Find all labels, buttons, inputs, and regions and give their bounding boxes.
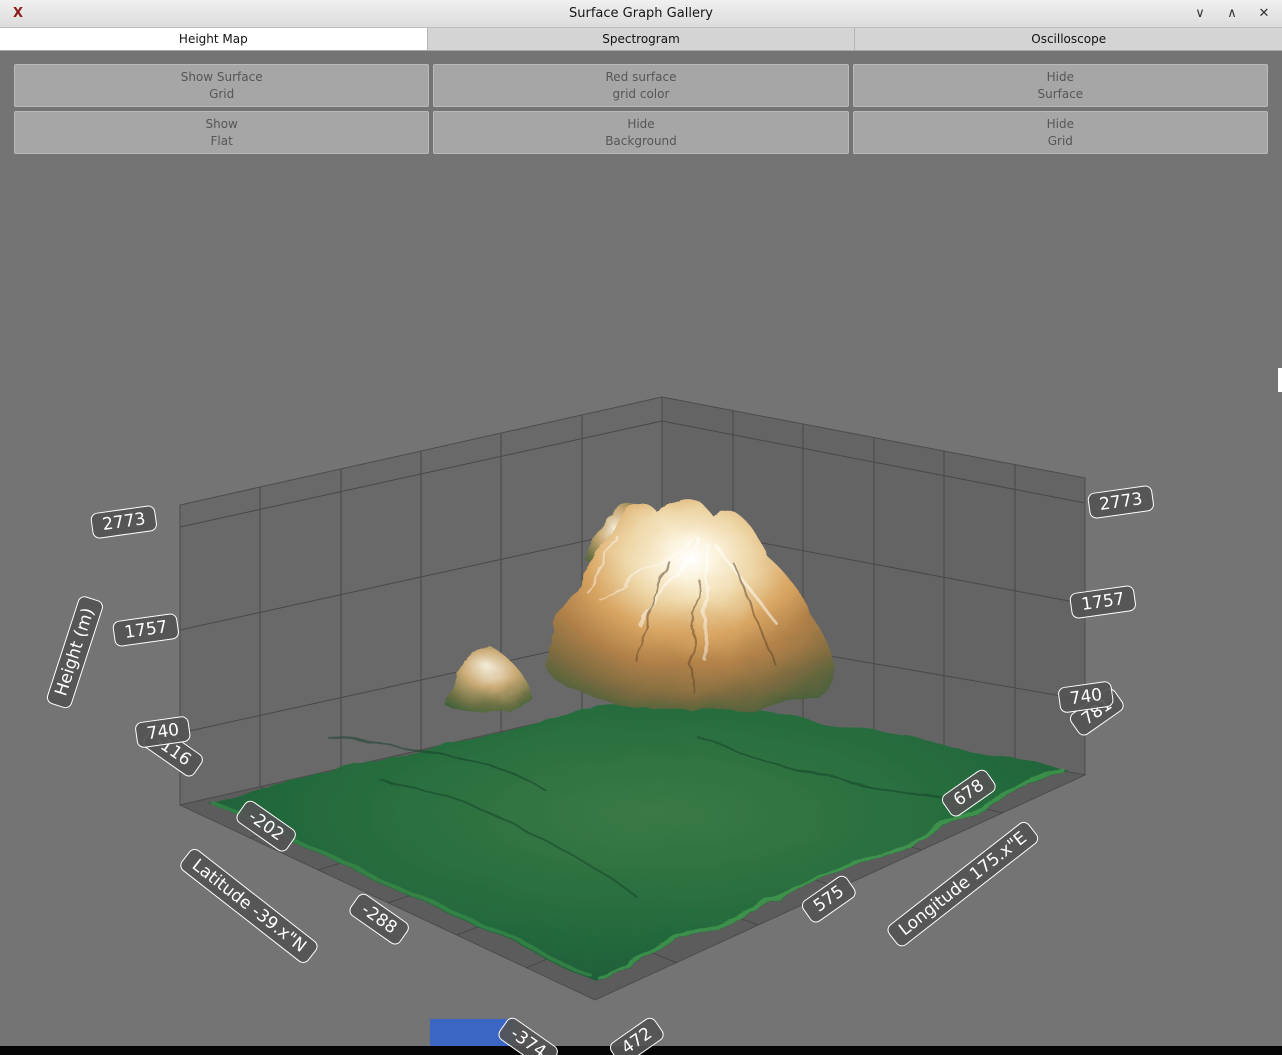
button-label-line1: Hide (627, 116, 654, 133)
button-label-line2: Flat (211, 133, 233, 150)
minimize-button[interactable]: ∨ (1192, 6, 1208, 21)
window-title: Surface Graph Gallery (0, 6, 1282, 21)
button-label-line1: Red surface (606, 69, 677, 86)
button-label-line2: Surface (1037, 86, 1083, 103)
window-edge-artifact (1278, 368, 1282, 392)
app-icon: X (10, 6, 26, 22)
button-label-line2: Grid (209, 86, 234, 103)
button-label-line2: Background (605, 133, 677, 150)
button-label-line2: grid color (613, 86, 670, 103)
close-button[interactable]: ✕ (1256, 6, 1272, 21)
tab-spectrogram[interactable]: Spectrogram (428, 28, 856, 50)
show-flat-button[interactable]: Show Flat (14, 111, 429, 154)
hide-background-button[interactable]: Hide Background (433, 111, 848, 154)
terrain-3d-svg (0, 0, 1282, 1055)
tab-bar: Height Map Spectrogram Oscilloscope (0, 28, 1282, 51)
button-label-line1: Show Surface (181, 69, 263, 86)
window-controls: ∨ ∧ ✕ (1192, 6, 1272, 21)
show-surface-grid-button[interactable]: Show Surface Grid (14, 64, 429, 107)
button-label-line1: Hide (1047, 116, 1074, 133)
surface-graph-canvas[interactable] (0, 0, 1282, 1055)
button-label-line2: Grid (1048, 133, 1073, 150)
hide-grid-button[interactable]: Hide Grid (853, 111, 1268, 154)
red-surface-grid-color-button[interactable]: Red surface grid color (433, 64, 848, 107)
tab-height-map[interactable]: Height Map (0, 28, 428, 50)
hide-surface-button[interactable]: Hide Surface (853, 64, 1268, 107)
button-label-line1: Hide (1047, 69, 1074, 86)
maximize-button[interactable]: ∧ (1224, 6, 1240, 21)
button-label-line1: Show (205, 116, 237, 133)
tab-oscilloscope[interactable]: Oscilloscope (855, 28, 1282, 50)
toolbar: Show Surface Grid Red surface grid color… (0, 51, 1282, 154)
titlebar: X Surface Graph Gallery ∨ ∧ ✕ (0, 0, 1282, 28)
